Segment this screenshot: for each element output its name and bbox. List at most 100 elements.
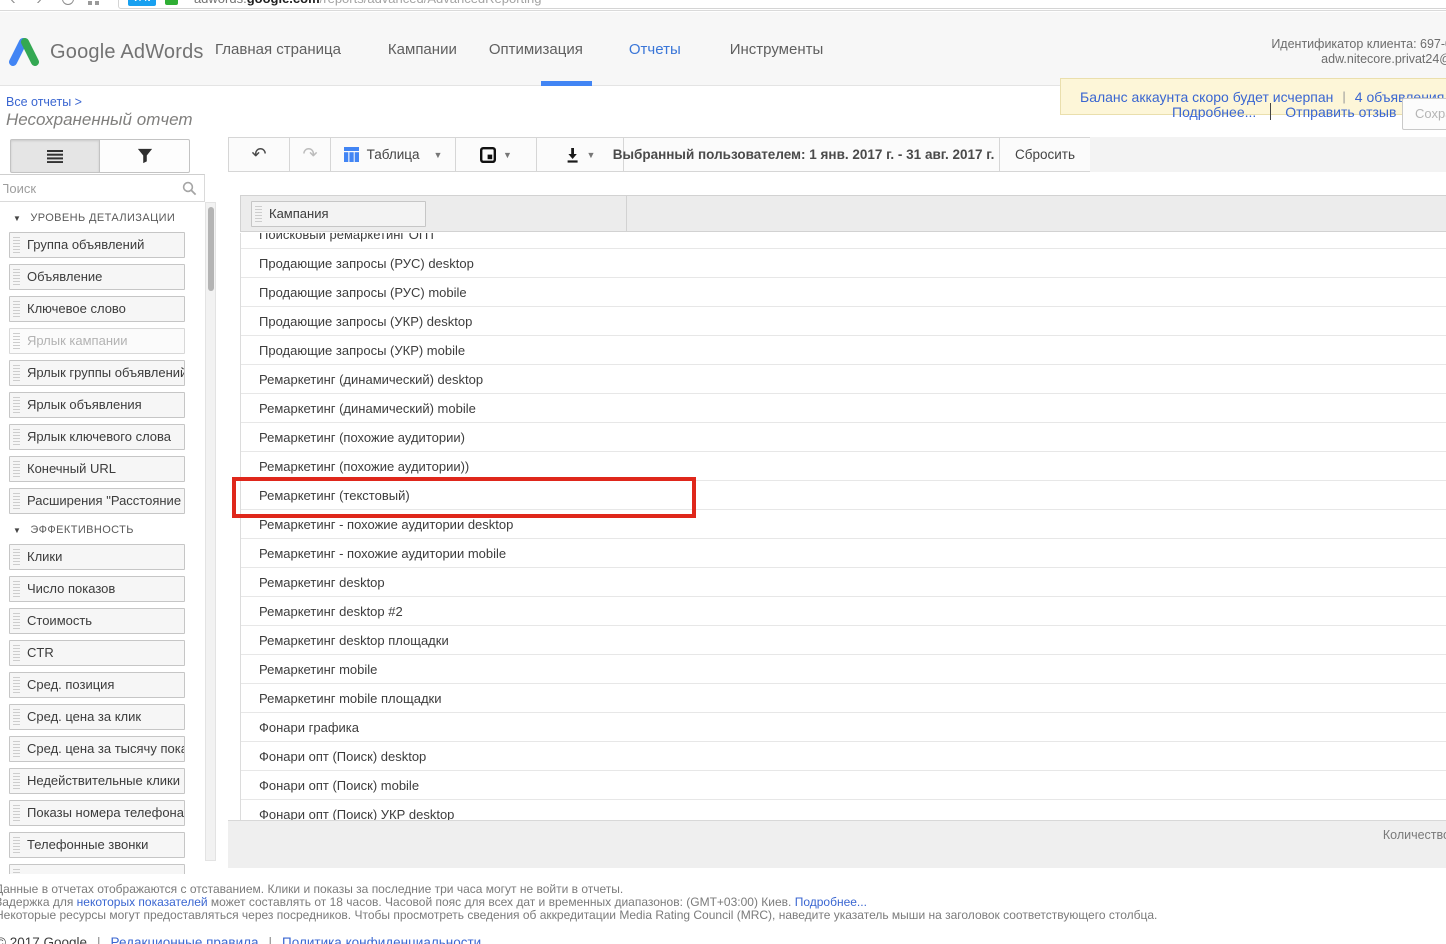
table-row[interactable]: Фонари опт (Поиск) mobile	[241, 771, 1446, 800]
sidebar-scrollbar[interactable]	[205, 202, 216, 861]
browser-refresh-icon[interactable]	[62, 0, 74, 5]
table-row[interactable]: Ремаркетинг - похожие аудитории desktop	[241, 510, 1446, 539]
table-footer-band: Количество	[228, 820, 1446, 868]
nav-reports[interactable]: Отчеты	[629, 41, 681, 58]
chart-type-button[interactable]: Таблица ▼	[330, 137, 456, 172]
download-button[interactable]: ▼	[536, 137, 624, 172]
sidebar-field-chip[interactable]: Клики	[9, 544, 185, 570]
table-row[interactable]: Фонари опт (Поиск) desktop	[241, 742, 1446, 771]
date-range-selector[interactable]: Выбранный пользователем: 1 янв. 2017 г. …	[613, 137, 1010, 172]
filter-toggle-button[interactable]	[100, 139, 190, 173]
nav-campaigns[interactable]: Кампании	[388, 41, 457, 58]
sidebar-field-chip[interactable]: Число показов	[9, 576, 185, 602]
sidebar-field-chip[interactable]: Сред. цена за тысячу пока	[9, 736, 185, 762]
sidebar-field-chip[interactable]: Конечный URL	[9, 456, 185, 482]
client-id: Идентификатор клиента: 697-0 adw.nitecor…	[1271, 37, 1446, 67]
legal-link[interactable]: Политика конфиденциальности	[282, 935, 481, 944]
table-row[interactable]: Продающие запросы (УКР) mobile	[241, 336, 1446, 365]
sidebar-field-chip[interactable]: Расширения "Расстояние	[9, 488, 185, 514]
sidebar-field-chip[interactable]: Показы номера телефона	[9, 800, 185, 826]
table-row[interactable]: Продающие запросы (РУС) mobile	[241, 278, 1446, 307]
sidebar-field-chip[interactable]: Сред. цена за клик	[9, 704, 185, 730]
more-details-link[interactable]: Подробнее...	[1172, 104, 1256, 120]
footer-note-3: Некоторые ресурсы могут предоставляться …	[0, 908, 1158, 922]
metrics-link[interactable]: некоторых показателей	[77, 895, 208, 909]
learn-more-link[interactable]: Подробнее...	[795, 895, 867, 909]
client-id-line2: adw.nitecore.privat24@	[1321, 52, 1446, 66]
sidebar-field-chip[interactable]: Телефонные звонки	[9, 832, 185, 858]
table-row[interactable]: Ремаркетинг mobile площадки	[241, 684, 1446, 713]
sidebar-field-chip[interactable]	[9, 864, 185, 874]
table-row[interactable]: Продающие запросы (РУС) desktop	[241, 249, 1446, 278]
adwords-logo: Google AdWords	[8, 38, 204, 66]
search-icon	[182, 181, 197, 196]
nav-tools[interactable]: Инструменты	[730, 41, 824, 58]
green-extension-icon[interactable]	[164, 0, 178, 5]
sidebar-field-chip[interactable]: Стоимость	[9, 608, 185, 634]
table-row[interactable]: Ремаркетинг desktop	[241, 568, 1446, 597]
page-footer: Данные в отчетах отображаются с отставан…	[0, 875, 1446, 944]
chart-type-label: Таблица	[366, 147, 420, 162]
logo-text: Google AdWords	[50, 40, 204, 63]
calendar-icon	[480, 146, 497, 163]
sidebar-field-chip[interactable]: Группа объявлений	[9, 232, 185, 258]
sidebar-field-chip[interactable]: Недействительные клики	[9, 768, 185, 794]
campaign-column-chip[interactable]: Кампания	[251, 201, 426, 227]
sidebar-scrollbar-thumb[interactable]	[208, 207, 214, 291]
column-divider	[626, 196, 627, 231]
client-id-line1: Идентификатор клиента: 697-0	[1271, 37, 1446, 51]
table-row[interactable]: Ремаркетинг (динамический) desktop	[241, 365, 1446, 394]
sidebar-search	[0, 174, 205, 202]
sidebar-field-chip[interactable]: Ярлык группы объявлений	[9, 360, 185, 386]
sidebar-field-chip[interactable]: Ярлык кампании	[9, 328, 185, 354]
sidebar-section-performance[interactable]: ▼ ЭФФЕКТИВНОСТЬ	[13, 524, 204, 536]
app-header: Google AdWords Главная страница Кампании О…	[0, 12, 1446, 86]
vpn-extension-icon[interactable]: VPN	[128, 0, 156, 6]
chevron-down-icon: ▼	[503, 149, 512, 160]
undo-button[interactable]: ↶	[228, 137, 290, 172]
sidebar-field-chip[interactable]: CTR	[9, 640, 185, 666]
nav-optimization[interactable]: Оптимизация	[489, 41, 583, 58]
browser-back-icon[interactable]: ‹	[0, 0, 26, 8]
sidebar-section-detail-level[interactable]: ▼ УРОВЕНЬ ДЕТАЛИЗАЦИИ	[13, 212, 204, 224]
breadcrumb-all-reports-link[interactable]: Все отчеты >	[6, 95, 82, 109]
table-row[interactable]: Продающие запросы (УКР) desktop	[241, 307, 1446, 336]
table-row[interactable]: Фонари опт (Поиск) УКР desktop	[241, 800, 1446, 820]
save-button[interactable]: Сохра	[1402, 98, 1446, 130]
sidebar-field-chip[interactable]: Объявление	[9, 264, 185, 290]
table-row[interactable]: Ремаркетинг desktop #2	[241, 597, 1446, 626]
redo-button[interactable]: ↷	[289, 137, 331, 172]
list-view-toggle-button[interactable]	[10, 139, 100, 173]
segment-button[interactable]: ▼	[455, 137, 537, 172]
browser-apps-grid-icon[interactable]	[88, 0, 99, 5]
header-actions: Подробнее... Отправить отзыв	[1172, 103, 1396, 120]
main-nav: Главная страница Кампании Оптимизация Отчет…	[215, 12, 823, 86]
sidebar-field-chip[interactable]: Ярлык ключевого слова	[9, 424, 185, 450]
actions-divider	[1270, 103, 1272, 120]
sidebar-field-chip[interactable]: Ключевое слово	[9, 296, 185, 322]
reset-button[interactable]: Сбросить	[999, 137, 1091, 172]
table-row[interactable]: Ремаркетинг desktop площадки	[241, 626, 1446, 655]
page-title: Несохраненный отчет	[6, 110, 193, 129]
adwords-logo-icon	[9, 38, 39, 66]
table-row[interactable]: Ремаркетинг (похожие аудитории)	[241, 423, 1446, 452]
chevron-down-icon: ▼	[586, 149, 596, 160]
browser-forward-icon[interactable]: ›	[26, 0, 52, 8]
nav-home[interactable]: Главная страница	[215, 41, 341, 58]
send-feedback-link[interactable]: Отправить отзыв	[1285, 104, 1396, 120]
sidebar-field-chip[interactable]: Ярлык объявления	[9, 392, 185, 418]
copyright-text: © 2017 Google	[0, 935, 88, 944]
sidebar-field-chip[interactable]: Сред. позиция	[9, 672, 185, 698]
table-row[interactable]: Ремаркетинг - похожие аудитории mobile	[241, 539, 1446, 568]
table-row[interactable]: Ремаркетинг (похожие аудитории))	[241, 452, 1446, 481]
browser-address-bar[interactable]: VPN adwords.google.com/reports/advanced/…	[118, 0, 1446, 9]
table-row[interactable]: Фонари графика	[241, 713, 1446, 742]
table-row[interactable]: Поисковый ремаркетинг ОПТ	[241, 233, 1446, 249]
redo-icon: ↷	[302, 144, 318, 164]
table-row[interactable]: Ремаркетинг (динамический) mobile	[241, 394, 1446, 423]
table-row-highlighted[interactable]: Ремаркетинг (текстовый)	[241, 481, 1446, 510]
sidebar-mode-toggle	[10, 139, 190, 173]
legal-link[interactable]: Редакционные правила	[111, 935, 259, 944]
table-row[interactable]: Ремаркетинг mobile	[241, 655, 1446, 684]
search-input[interactable]	[0, 175, 180, 201]
